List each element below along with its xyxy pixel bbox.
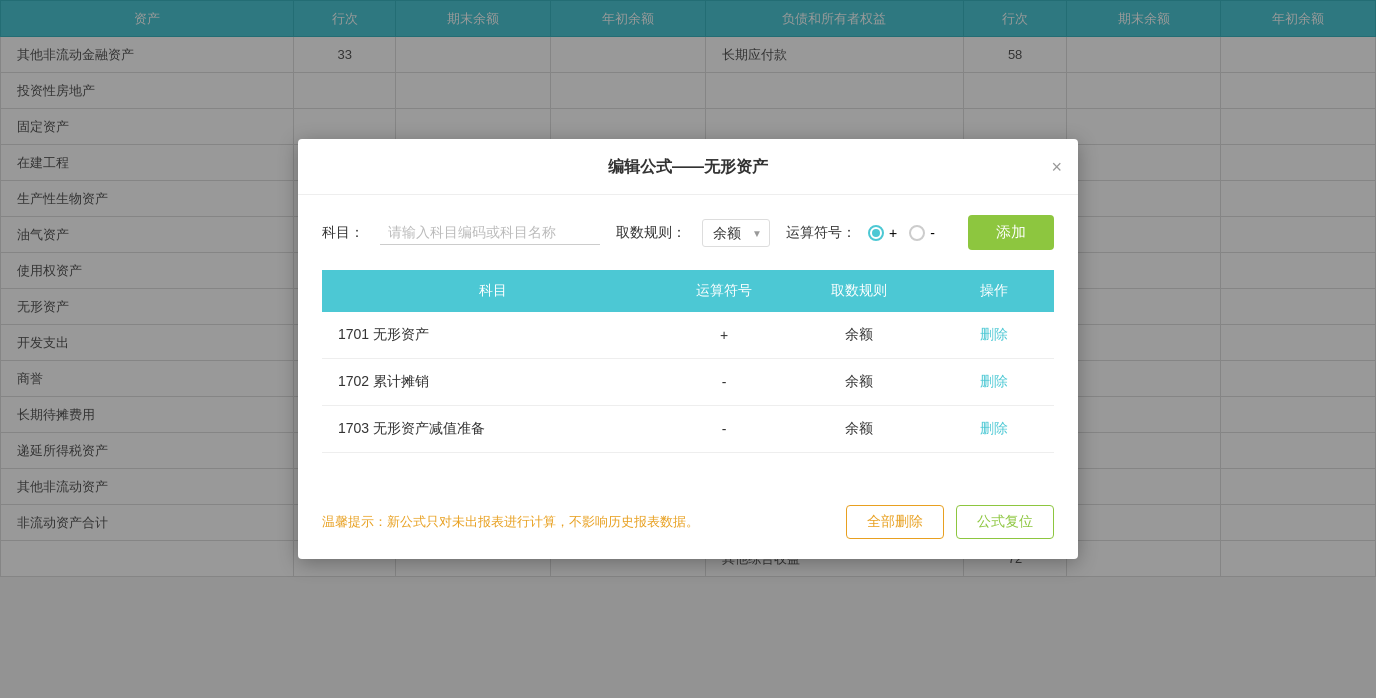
table-row: 1701 无形资产 + 余额 删除 xyxy=(322,312,1054,359)
modal-title: 编辑公式——无形资产 xyxy=(608,158,768,175)
row-subject-1: 1701 无形资产 xyxy=(322,312,664,359)
row-operator-2: - xyxy=(664,359,784,406)
radio-plus[interactable]: + xyxy=(868,225,897,241)
delete-button-2[interactable]: 删除 xyxy=(980,373,1008,389)
rule-select[interactable]: 余额 借方 贷方 xyxy=(702,219,770,247)
operator-label: 运算符号： xyxy=(786,224,856,242)
data-table: 科目 运算符号 取数规则 操作 1701 无形资产 + 余额 删除 xyxy=(322,270,1054,453)
radio-plus-label: + xyxy=(889,225,897,241)
reset-button[interactable]: 公式复位 xyxy=(956,505,1054,539)
warning-text: 温馨提示：新公式只对未出报表进行计算，不影响历史报表数据。 xyxy=(322,513,699,531)
modal-header: 编辑公式——无形资产 × xyxy=(298,139,1078,195)
rule-label: 取数规则： xyxy=(616,224,686,242)
delete-button-3[interactable]: 删除 xyxy=(980,420,1008,436)
row-action-2: 删除 xyxy=(934,359,1054,406)
radio-plus-indicator xyxy=(868,225,884,241)
table-row: 1702 累计摊销 - 余额 删除 xyxy=(322,359,1054,406)
modal-body: 科目： 取数规则： 余额 借方 贷方 运算符号： xyxy=(298,195,1078,493)
radio-minus[interactable]: - xyxy=(909,225,935,241)
operator-section: 运算符号： + - xyxy=(786,224,952,242)
footer-buttons: 全部删除 公式复位 xyxy=(846,505,1054,539)
row-rule-2: 余额 xyxy=(784,359,934,406)
radio-minus-label: - xyxy=(930,225,935,241)
subject-label: 科目： xyxy=(322,224,364,242)
table-row: 1703 无形资产减值准备 - 余额 删除 xyxy=(322,406,1054,453)
subject-input[interactable] xyxy=(380,220,600,245)
modal-footer: 温馨提示：新公式只对未出报表进行计算，不影响历史报表数据。 全部删除 公式复位 xyxy=(298,493,1078,559)
row-rule-1: 余额 xyxy=(784,312,934,359)
row-rule-3: 余额 xyxy=(784,406,934,453)
rule-select-wrap[interactable]: 余额 借方 贷方 xyxy=(702,219,770,247)
radio-group: + - xyxy=(868,225,935,241)
row-subject-2: 1702 累计摊销 xyxy=(322,359,664,406)
row-action-1: 删除 xyxy=(934,312,1054,359)
row-operator-3: - xyxy=(664,406,784,453)
table-header-operator: 运算符号 xyxy=(664,270,784,312)
table-header-action: 操作 xyxy=(934,270,1054,312)
radio-minus-indicator xyxy=(909,225,925,241)
delete-all-button[interactable]: 全部删除 xyxy=(846,505,944,539)
modal-overlay: 编辑公式——无形资产 × 科目： 取数规则： 余额 借方 贷方 运算符号： xyxy=(0,0,1376,698)
modal-close-button[interactable]: × xyxy=(1051,158,1062,176)
row-subject-3: 1703 无形资产减值准备 xyxy=(322,406,664,453)
add-button[interactable]: 添加 xyxy=(968,215,1054,250)
table-header-rule: 取数规则 xyxy=(784,270,934,312)
row-operator-1: + xyxy=(664,312,784,359)
table-header-subject: 科目 xyxy=(322,270,664,312)
row-action-3: 删除 xyxy=(934,406,1054,453)
delete-button-1[interactable]: 删除 xyxy=(980,326,1008,342)
modal-dialog: 编辑公式——无形资产 × 科目： 取数规则： 余额 借方 贷方 运算符号： xyxy=(298,139,1078,559)
form-row: 科目： 取数规则： 余额 借方 贷方 运算符号： xyxy=(322,215,1054,250)
